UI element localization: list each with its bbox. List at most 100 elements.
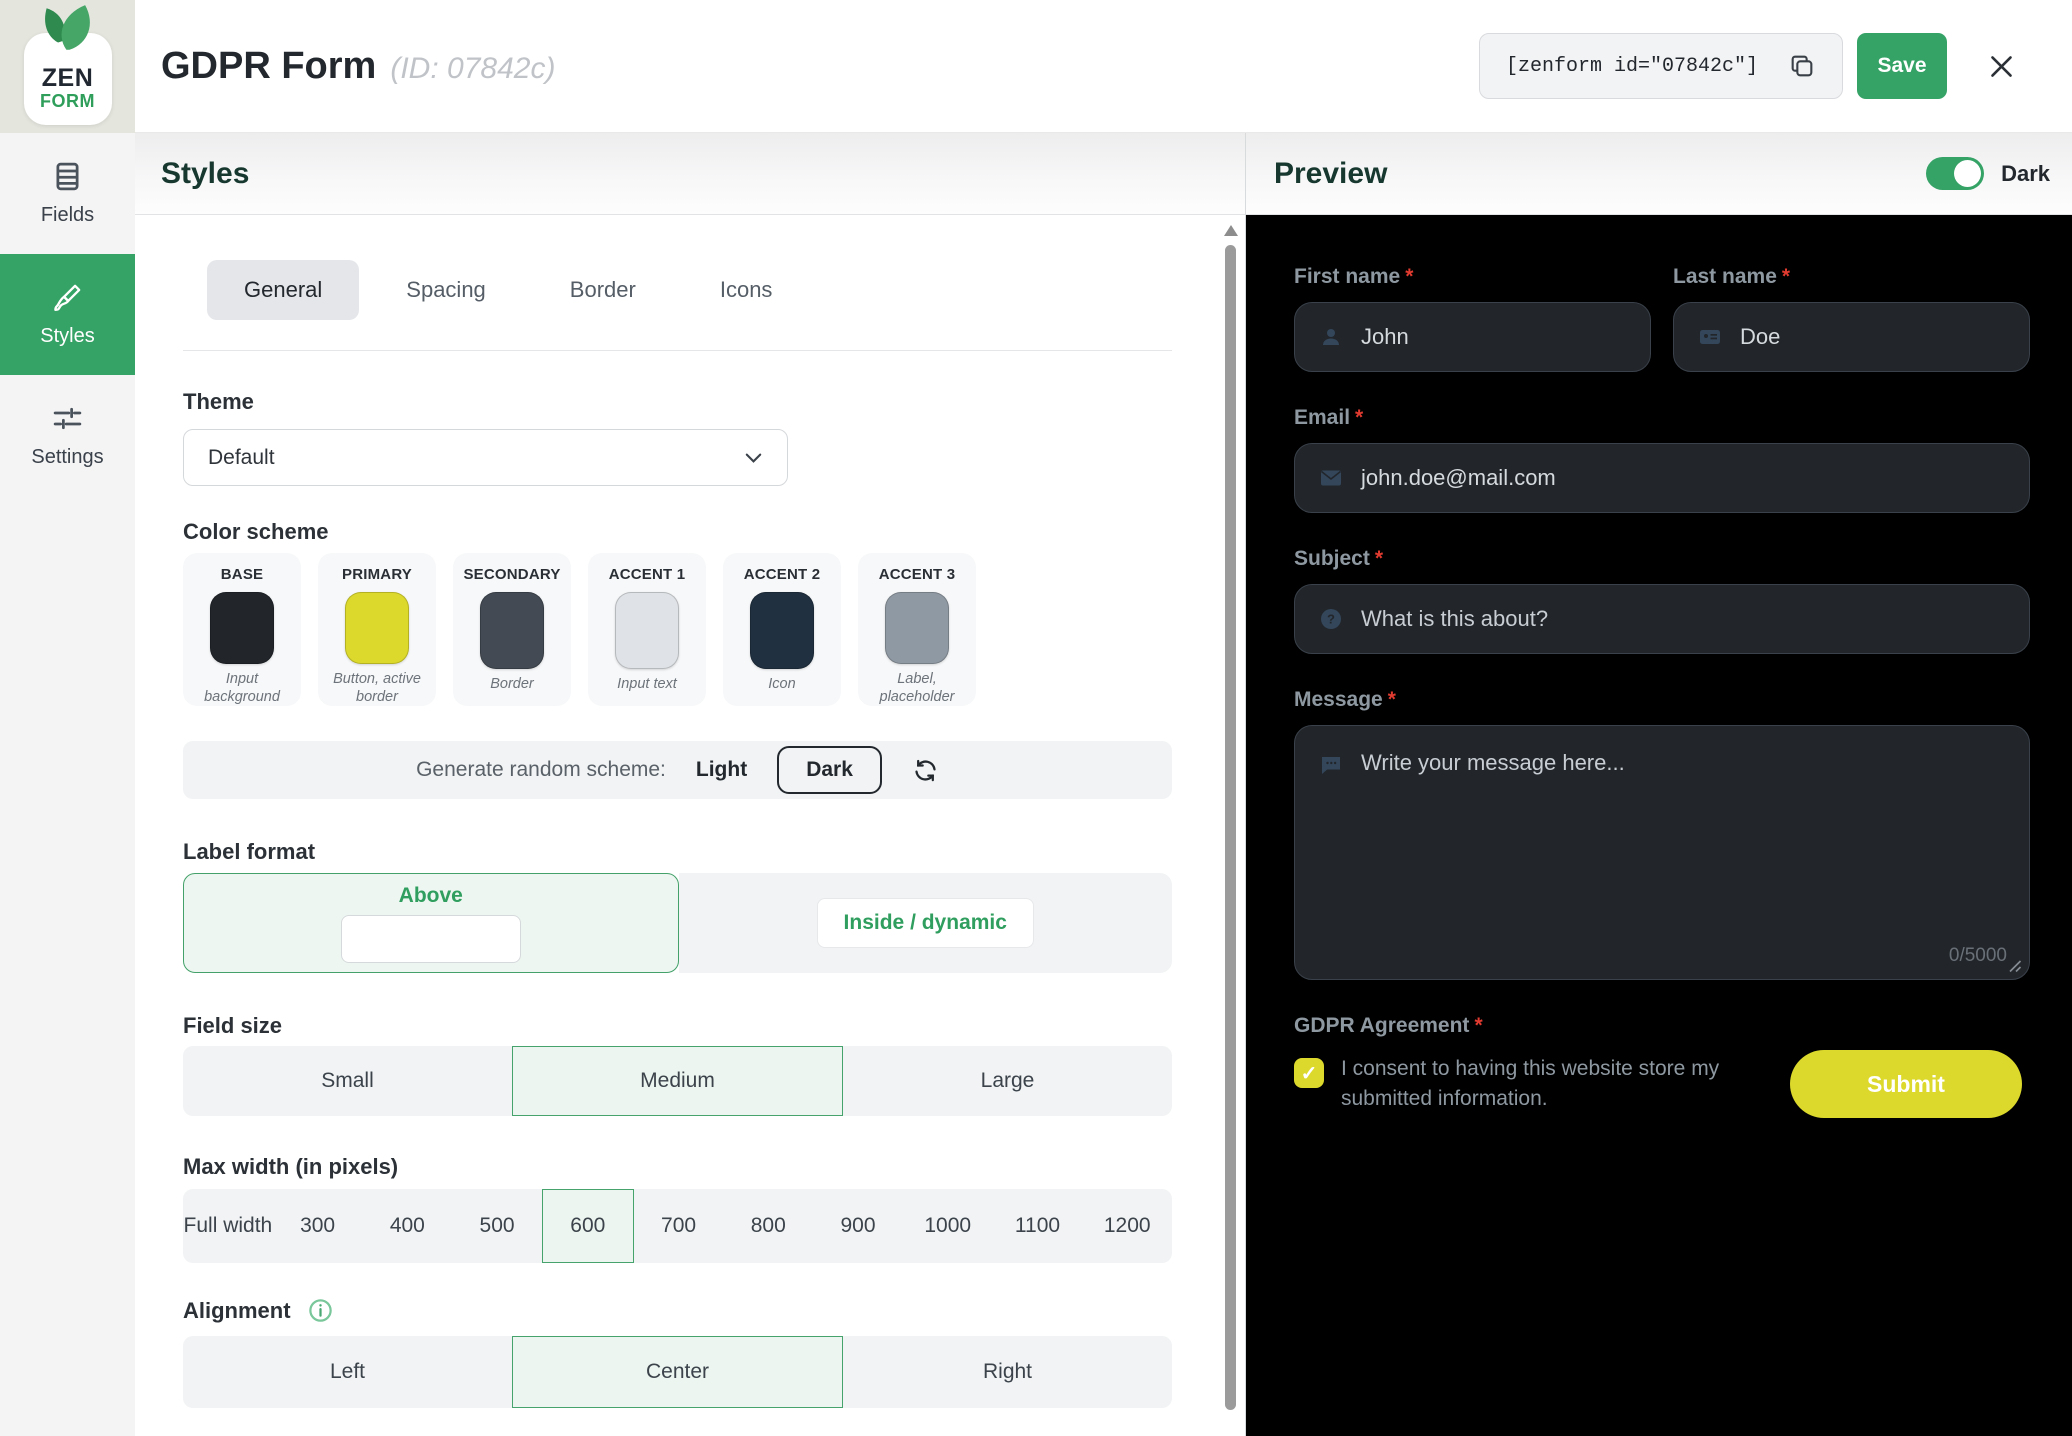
- first-name-value: John: [1361, 324, 1409, 349]
- gdpr-checkbox[interactable]: ✓: [1294, 1058, 1324, 1089]
- tab-border[interactable]: Border: [533, 260, 673, 320]
- color-scheme-label: Color scheme: [183, 519, 329, 544]
- max-width-800[interactable]: 800: [723, 1189, 813, 1263]
- sidebar-item-fields[interactable]: Fields: [0, 133, 135, 254]
- page-title-wrap: GDPR Form (ID: 07842c): [161, 45, 555, 88]
- shortcode-field[interactable]: [zenform id="07842c"]: [1478, 33, 1843, 99]
- email-label: Email *: [1294, 406, 1364, 429]
- max-width-1000[interactable]: 1000: [903, 1189, 993, 1263]
- style-tabs: General Spacing Border Icons: [183, 260, 1172, 351]
- page-title: GDPR Form: [161, 44, 377, 87]
- generate-dark-button[interactable]: Dark: [777, 746, 882, 794]
- chat-bubble-icon: [1322, 757, 1340, 774]
- swatch-primary[interactable]: PRIMARY Button, active border: [318, 553, 436, 706]
- label-format-inside-option[interactable]: Inside / dynamic: [678, 873, 1172, 973]
- scrollbar-thumb[interactable]: [1225, 245, 1236, 1410]
- required-mark: *: [1781, 265, 1791, 288]
- close-button[interactable]: [1986, 51, 2017, 82]
- label-format-above-option[interactable]: Above: [183, 873, 679, 973]
- fields-icon: [56, 162, 79, 191]
- first-name-input[interactable]: John: [1294, 302, 1651, 372]
- subject-label: Subject *: [1294, 547, 1384, 570]
- required-mark: *: [1405, 265, 1414, 288]
- logo-text-zen: ZEN: [41, 63, 94, 92]
- message-textarea[interactable]: Write your message here... 0/5000: [1294, 725, 2030, 980]
- chevron-down-icon: [745, 453, 762, 463]
- styles-scrollbar[interactable]: [1224, 221, 1238, 1432]
- tab-spacing[interactable]: Spacing: [369, 260, 523, 320]
- app-window: ZEN FORM GDPR Form (ID: 07842c) [zenform…: [0, 0, 2072, 1436]
- swatch-base[interactable]: BASE Input background: [183, 553, 301, 706]
- max-width-1200[interactable]: 1200: [1082, 1189, 1172, 1263]
- max-width-700[interactable]: 700: [634, 1189, 724, 1263]
- swatch-primary-chip[interactable]: [345, 592, 409, 665]
- swatch-secondary-chip[interactable]: [480, 592, 544, 669]
- required-mark: *: [1387, 688, 1396, 711]
- alignment-center[interactable]: Center: [512, 1336, 843, 1408]
- swatch-accent3[interactable]: ACCENT 3 Label, placeholder: [858, 553, 976, 706]
- preview-panel: Preview Dark First name * John Last name…: [1245, 133, 2072, 1436]
- dark-mode-label: Dark: [2001, 160, 2050, 186]
- max-width-full[interactable]: Full width: [183, 1189, 273, 1263]
- swatch-secondary[interactable]: SECONDARY Border: [453, 553, 571, 706]
- email-input[interactable]: john.doe@mail.com: [1294, 443, 2030, 513]
- sidebar-item-styles[interactable]: Styles: [0, 254, 135, 375]
- save-button[interactable]: Save: [1857, 33, 1947, 99]
- theme-select-value: Default: [208, 445, 275, 469]
- max-width-300[interactable]: 300: [273, 1189, 363, 1263]
- field-size-large[interactable]: Large: [843, 1046, 1172, 1116]
- char-counter: 0/5000: [1948, 945, 2007, 966]
- sidebar-label-styles: Styles: [40, 325, 95, 347]
- max-width-900[interactable]: 900: [813, 1189, 903, 1263]
- toggle-knob: [1954, 160, 1982, 187]
- max-width-600[interactable]: 600: [541, 1189, 634, 1263]
- top-bar: ZEN FORM GDPR Form (ID: 07842c) [zenform…: [0, 0, 2072, 133]
- max-width-1100[interactable]: 1100: [993, 1189, 1083, 1263]
- swatch-accent3-chip[interactable]: [885, 592, 949, 665]
- styles-panel-title: Styles: [161, 156, 250, 190]
- scrollbar-up-arrow[interactable]: [1224, 225, 1238, 236]
- refresh-icon: [915, 759, 936, 781]
- max-width-label: Max width (in pixels): [183, 1154, 399, 1179]
- field-size-label: Field size: [183, 1013, 283, 1038]
- submit-button[interactable]: Submit: [1790, 1050, 2022, 1118]
- swatch-accent1-chip[interactable]: [615, 592, 679, 669]
- brush-icon: [54, 284, 81, 312]
- generate-scheme-row: Generate random scheme: Light Dark: [183, 741, 1172, 799]
- copy-shortcode-button[interactable]: [1788, 52, 1816, 80]
- sidebar-item-settings[interactable]: Settings: [0, 375, 135, 496]
- swatch-accent2-chip[interactable]: [750, 592, 814, 669]
- required-mark: *: [1374, 547, 1384, 570]
- theme-label: Theme: [183, 389, 254, 414]
- alignment-left[interactable]: Left: [183, 1336, 512, 1408]
- max-width-options: Full width 300 400 500 600 700 800 900 1…: [183, 1189, 1172, 1263]
- sidebar: Fields Styles Settings: [0, 133, 135, 1436]
- shortcode-text: [zenform id="07842c"]: [1505, 54, 1758, 78]
- max-width-400[interactable]: 400: [362, 1189, 452, 1263]
- app-logo: ZEN FORM: [0, 0, 135, 133]
- field-size-medium[interactable]: Medium: [512, 1046, 843, 1116]
- swatch-base-chip[interactable]: [210, 592, 274, 665]
- alignment-right[interactable]: Right: [843, 1336, 1172, 1408]
- subject-input[interactable]: ? What is this about?: [1294, 584, 2030, 654]
- theme-select[interactable]: Default: [183, 429, 788, 486]
- info-icon[interactable]: [307, 1297, 334, 1324]
- tab-icons[interactable]: Icons: [683, 260, 810, 320]
- regenerate-button[interactable]: [912, 757, 939, 784]
- swatch-accent1[interactable]: ACCENT 1 Input text: [588, 553, 706, 706]
- field-size-small[interactable]: Small: [183, 1046, 512, 1116]
- last-name-input[interactable]: Doe: [1673, 302, 2030, 372]
- resize-handle-icon[interactable]: [2007, 958, 2022, 973]
- max-width-500[interactable]: 500: [452, 1189, 542, 1263]
- tab-general[interactable]: General: [207, 260, 360, 320]
- preview-header: Preview Dark: [1246, 133, 2072, 215]
- form-id: (ID: 07842c): [390, 51, 556, 85]
- styles-content: General Spacing Border Icons Theme Defau…: [135, 215, 1245, 1436]
- color-swatches: BASE Input background PRIMARY Button, ac…: [183, 553, 1172, 706]
- generate-light-button[interactable]: Light: [696, 758, 747, 782]
- swatch-accent2[interactable]: ACCENT 2 Icon: [723, 553, 841, 706]
- dark-mode-toggle[interactable]: [1926, 157, 1985, 190]
- generate-scheme-label: Generate random scheme:: [416, 758, 666, 781]
- required-mark: *: [1355, 406, 1364, 429]
- alignment-options: Left Center Right: [183, 1336, 1172, 1408]
